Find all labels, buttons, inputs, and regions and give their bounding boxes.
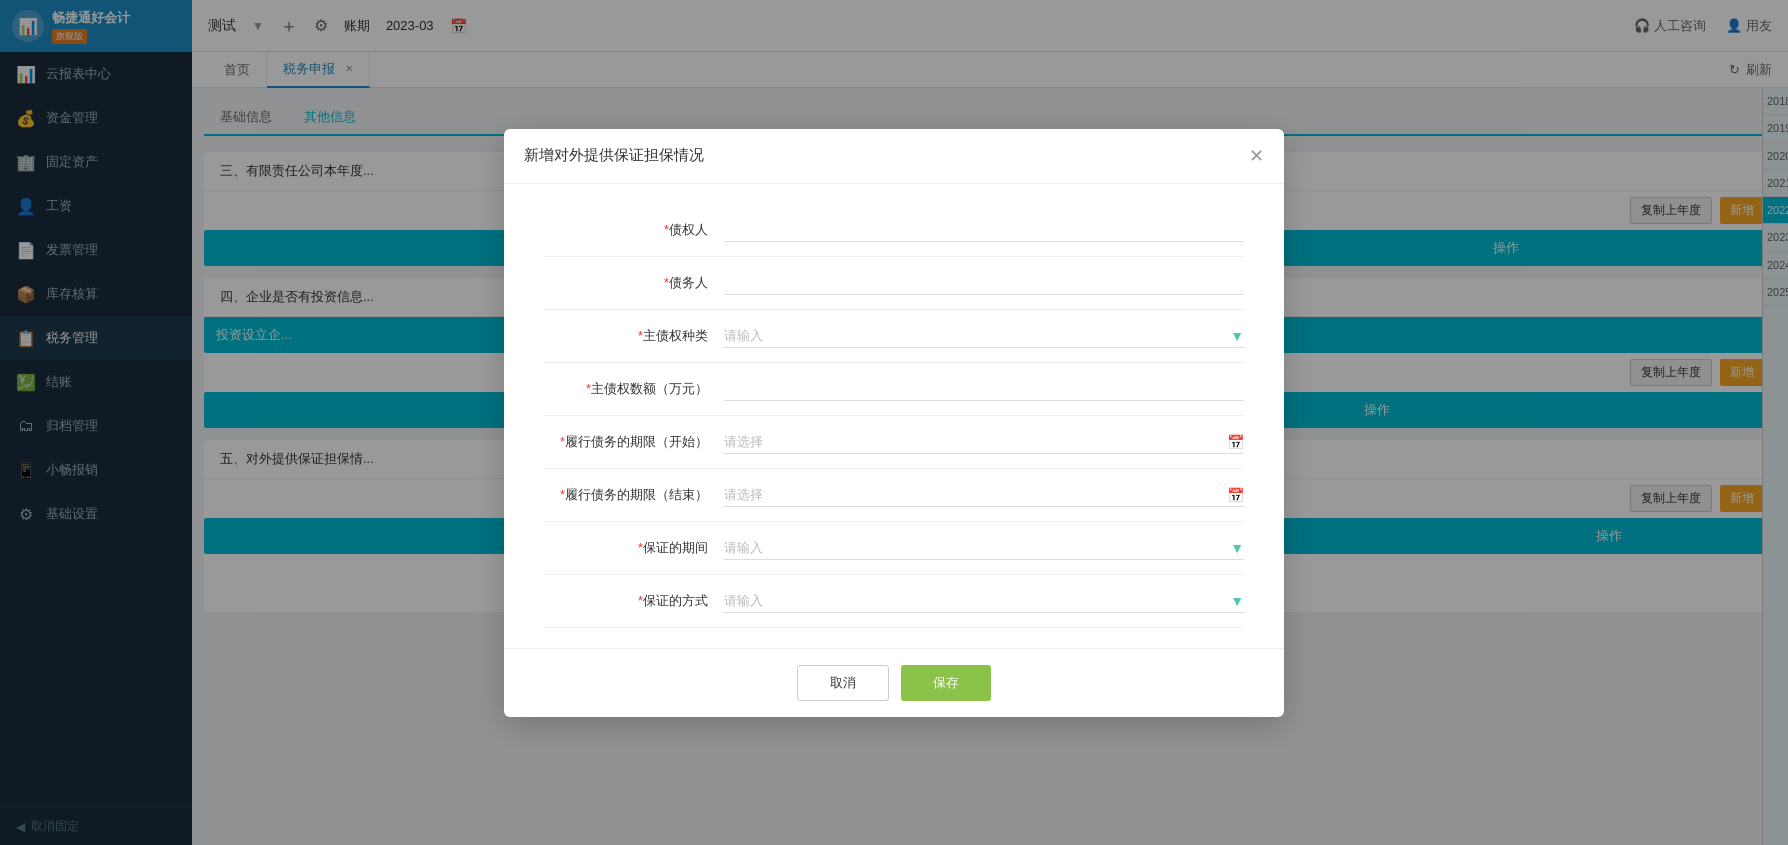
field-lxqixian-end-label: *履行债务的期限（结束） (544, 486, 724, 504)
field-lxqixian-start: *履行债务的期限（开始） 📅 (544, 416, 1244, 469)
dialog-title: 新增对外提供保证担保情况 (524, 146, 704, 165)
save-button[interactable]: 保存 (901, 665, 991, 701)
field-lxqixian-end: *履行债务的期限（结束） 📅 (544, 469, 1244, 522)
field-baozhengfangshi-label: *保证的方式 (544, 592, 724, 610)
field-zhuzhaizhonglei-control: ▼ (724, 324, 1244, 348)
field-zhaiwuren: *债务人 (544, 257, 1244, 310)
field-baozhengfangshi: *保证的方式 ▼ (544, 575, 1244, 628)
zhuzhaishu-input[interactable] (724, 377, 1244, 401)
field-zhaiwuren-control (724, 271, 1244, 295)
cancel-button[interactable]: 取消 (797, 665, 889, 701)
field-lxqixian-start-label: *履行债务的期限（开始） (544, 433, 724, 451)
lxqixian-start-input[interactable] (724, 430, 1244, 454)
field-zhuzhaishu-control (724, 377, 1244, 401)
field-lxqixian-end-control: 📅 (724, 483, 1244, 507)
dialog-overlay: 新增对外提供保证担保情况 ✕ *债权人 *债务人 (0, 0, 1788, 845)
field-zhuzhaizhonglei: *主债权种类 ▼ (544, 310, 1244, 363)
zhaiquanren-input[interactable] (724, 218, 1244, 242)
zhaiwuren-input[interactable] (724, 271, 1244, 295)
field-baozhengfangshi-control: ▼ (724, 589, 1244, 613)
field-baozhengjijian-control: ▼ (724, 536, 1244, 560)
field-zhaiwuren-label: *债务人 (544, 274, 724, 292)
lxqixian-end-input[interactable] (724, 483, 1244, 507)
field-zhaiquanren-label: *债权人 (544, 221, 724, 239)
field-zhuzhaishu: *主债权数额（万元） (544, 363, 1244, 416)
dialog-body: *债权人 *债务人 *主债权种类 (504, 184, 1284, 648)
dialog-close-button[interactable]: ✕ (1249, 145, 1264, 167)
dialog-footer: 取消 保存 (504, 648, 1284, 717)
field-zhuzhaishu-label: *主债权数额（万元） (544, 380, 724, 398)
dialog-header: 新增对外提供保证担保情况 ✕ (504, 129, 1284, 184)
field-zhaiquanren-control (724, 218, 1244, 242)
zhuzhaizhonglei-input[interactable] (724, 324, 1244, 348)
baozhengfangshi-input[interactable] (724, 589, 1244, 613)
field-zhaiquanren: *债权人 (544, 204, 1244, 257)
field-lxqixian-start-control: 📅 (724, 430, 1244, 454)
field-zhuzhaizhonglei-label: *主债权种类 (544, 327, 724, 345)
baozhengjijian-input[interactable] (724, 536, 1244, 560)
add-guarantee-dialog: 新增对外提供保证担保情况 ✕ *债权人 *债务人 (504, 129, 1284, 717)
field-baozhengjijian-label: *保证的期间 (544, 539, 724, 557)
field-baozhengjijian: *保证的期间 ▼ (544, 522, 1244, 575)
